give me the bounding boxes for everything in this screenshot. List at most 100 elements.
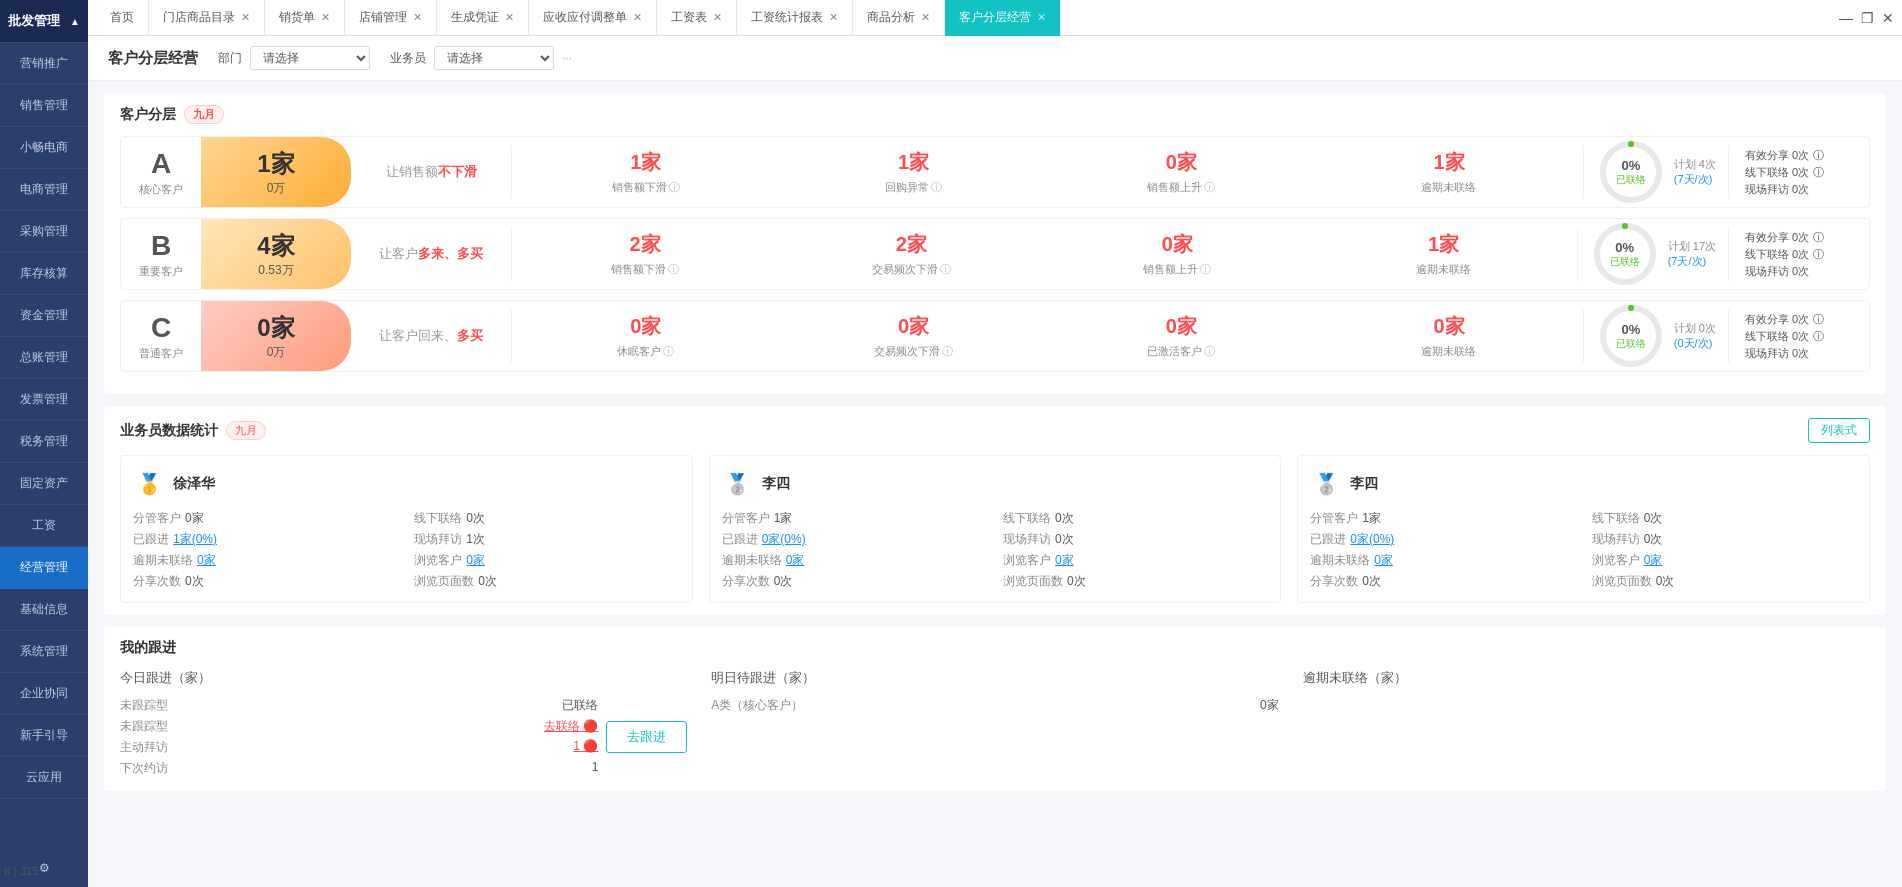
metric-overdue[interactable]: 1家 逾期未联络 — [1409, 149, 1489, 195]
circle-progress-b: 0% 已联络 — [1590, 219, 1660, 289]
close-icon[interactable]: ✕ — [241, 11, 250, 24]
sidebar-collapse-icon[interactable]: ▲ — [70, 16, 80, 27]
sidebar-item-kucun[interactable]: 库存核算 — [0, 253, 88, 295]
staff-stats-section: 业务员数据统计 九月 列表式 🥇 徐泽华 分管客户0家 线下联络0次 已跟进1家… — [104, 406, 1886, 615]
staff-title-row: 业务员数据统计 九月 — [120, 421, 266, 440]
metric-c-freq[interactable]: 0家 交易频次下滑 ⓘ — [874, 313, 954, 359]
metric-c-active[interactable]: 0家 已激活客户 ⓘ — [1141, 313, 1221, 359]
staff-metric-0-4: 逾期未联络0家 — [133, 552, 398, 569]
window-minimize-icon[interactable]: — — [1839, 10, 1853, 26]
staff-metric-0-0: 分管客户0家 — [133, 510, 398, 527]
window-close-icon[interactable]: ✕ — [1882, 10, 1894, 26]
staff-metrics-2: 分管客户1家 线下联络0次 已跟进0家(0%) 现场拜访0次 逾期未联络0家 浏… — [1310, 510, 1857, 590]
staff-metrics-1: 分管客户1家 线下联络0次 已跟进0家(0%) 现场拜访0次 逾期未联络0家 浏… — [722, 510, 1269, 590]
page-header: 客户分层经营 部门 请选择 业务员 请选择 ··· — [88, 36, 1902, 81]
close-icon[interactable]: ✕ — [321, 11, 330, 24]
page-title: 客户分层经营 — [108, 49, 198, 68]
tab-store-items[interactable]: 门店商品目录✕ — [149, 0, 265, 36]
sidebar-item-shuiwu[interactable]: 税务管理 — [0, 421, 88, 463]
tab-store-mgmt[interactable]: 店铺管理✕ — [345, 0, 437, 36]
tab-home[interactable]: 首页 — [96, 0, 149, 36]
staff-card-header-2: 🥈 李四 — [1310, 468, 1857, 500]
metric-sales-up[interactable]: 0家 销售额上升 ⓘ — [1141, 149, 1221, 195]
tier-row-c: C 普通客户 0家 0万 让客户回来、多买 0家 休眠客户 ⓘ — [120, 300, 1870, 372]
staff-metric-0-1: 线下联络0次 — [414, 510, 679, 527]
staff-card-header-0: 🥇 徐泽华 — [133, 468, 680, 500]
sidebar-item-xitong[interactable]: 系统管理 — [0, 631, 88, 673]
tier-row-b: B 重要客户 4家 0.53万 让客户多来、多买 2家 销售额下滑 ⓘ — [120, 218, 1870, 290]
tab-customer-tier[interactable]: 客户分层经营✕ — [945, 0, 1061, 36]
close-icon[interactable]: ✕ — [921, 11, 930, 24]
sidebar-top-label: 批发管理 — [8, 12, 60, 30]
right-stats-b: 有效分享 0次ⓘ 线下联络 0次ⓘ 现场拜访 0次 — [1729, 219, 1869, 289]
dept-select[interactable]: 请选择 — [250, 46, 370, 70]
tab-ar-adj[interactable]: 应收应付调整单✕ — [529, 0, 657, 36]
sidebar-item-fapiao[interactable]: 发票管理 — [0, 379, 88, 421]
sidebar-item-caigou[interactable]: 采购管理 — [0, 211, 88, 253]
sidebar-item-jingying[interactable]: 经营管理 — [0, 547, 88, 589]
tier-label-c: C 普通客户 — [121, 301, 201, 371]
staff-metric-1-5: 浏览客户0家 — [1003, 552, 1268, 569]
tier-count-b: 4家 0.53万 — [201, 219, 351, 289]
close-icon[interactable]: ✕ — [713, 11, 722, 24]
section-title-tier: 客户分层 九月 — [120, 105, 1870, 124]
close-icon[interactable]: ✕ — [633, 11, 642, 24]
sidebar-item-dianshang[interactable]: 电商管理 — [0, 169, 88, 211]
tier-count-c: 0家 0万 — [201, 301, 351, 371]
sidebar-item-jichu[interactable]: 基础信息 — [0, 589, 88, 631]
follow-content: 今日跟进（家） 未跟踪型已联络 未跟踪型去联络 🔴 主动拜访1 🔴 — [120, 669, 1870, 779]
staff-metric-1-2: 已跟进0家(0%) — [722, 531, 987, 548]
circle-progress-c: 0% 已联络 — [1596, 301, 1666, 371]
staff-card-2: 🥈 李四 分管客户1家 线下联络0次 已跟进0家(0%) 现场拜访0次 逾期未联… — [1297, 455, 1870, 603]
metric-sales-drop[interactable]: 1家 销售额下滑 ⓘ — [606, 149, 686, 195]
metric-b-overdue[interactable]: 1家 逾期未联络 — [1404, 231, 1484, 277]
metric-b-freq[interactable]: 2家 交易频次下滑 ⓘ — [871, 231, 951, 277]
sidebar-item-xiaoshou[interactable]: 销售管理 — [0, 85, 88, 127]
tab-product-analysis[interactable]: 商品分析✕ — [853, 0, 945, 36]
list-view-button[interactable]: 列表式 — [1808, 418, 1870, 443]
staff-avatar-0: 🥇 — [133, 468, 165, 500]
follow-title: 我的跟进 — [120, 639, 1870, 657]
follow-row-1: 未跟踪型去联络 🔴 — [120, 716, 598, 737]
window-restore-icon[interactable]: ❐ — [1861, 10, 1874, 26]
staff-metric-1-3: 现场拜访0次 — [1003, 531, 1268, 548]
staff-metric-2-3: 现场拜访0次 — [1592, 531, 1857, 548]
sidebar-item-qiye[interactable]: 企业协同 — [0, 673, 88, 715]
close-icon[interactable]: ✕ — [505, 11, 514, 24]
tab-payroll[interactable]: 工资表✕ — [657, 0, 737, 36]
staff-header: 业务员数据统计 九月 列表式 — [120, 418, 1870, 443]
tier-slogan-b: 让客户多来、多买 — [351, 219, 511, 289]
tab-voucher[interactable]: 生成凭证✕ — [437, 0, 529, 36]
sidebar-item-xiaodian[interactable]: 小畅电商 — [0, 127, 88, 169]
metric-c-overdue[interactable]: 0家 逾期未联络 — [1409, 313, 1489, 359]
staff-select[interactable]: 请选择 — [434, 46, 554, 70]
metric-c-sleep[interactable]: 0家 休眠客户 ⓘ — [606, 313, 686, 359]
close-icon[interactable]: ✕ — [829, 11, 838, 24]
staff-metric-0-2: 已跟进1家(0%) — [133, 531, 398, 548]
sidebar-item-gongzi[interactable]: 工资 — [0, 505, 88, 547]
staff-month-badge: 九月 — [226, 421, 266, 440]
metric-b-sales[interactable]: 2家 销售额下滑 ⓘ — [605, 231, 685, 277]
goto-follow-button[interactable]: 去跟进 — [606, 721, 687, 753]
tier-label-b: B 重要客户 — [121, 219, 201, 289]
close-icon[interactable]: ✕ — [1037, 11, 1046, 24]
close-icon[interactable]: ✕ — [413, 11, 422, 24]
sidebar-top[interactable]: 批发管理 ▲ — [0, 0, 88, 43]
more-icon[interactable]: ··· — [562, 51, 572, 65]
sidebar-item-gudingzichan[interactable]: 固定资产 — [0, 463, 88, 505]
sidebar-item-zijin[interactable]: 资金管理 — [0, 295, 88, 337]
tier-label-a: A 核心客户 — [121, 137, 201, 207]
metric-b-salesup[interactable]: 0家 销售额上升 ⓘ — [1137, 231, 1217, 277]
sidebar-item-zongzhang[interactable]: 总账管理 — [0, 337, 88, 379]
sidebar-item-xinshou[interactable]: 新手引导 — [0, 715, 88, 757]
tab-sales-order[interactable]: 销货单✕ — [265, 0, 345, 36]
staff-label: 业务员 — [390, 50, 426, 67]
tab-payroll-report[interactable]: 工资统计报表✕ — [737, 0, 853, 36]
sidebar-item-yun[interactable]: 云应用 — [0, 757, 88, 799]
metric-repurchase[interactable]: 1家 回购异常 ⓘ — [874, 149, 954, 195]
follow-overdue: 逾期未联络（家） — [1303, 669, 1870, 695]
sidebar-item-yingxiao[interactable]: 营销推广 — [0, 43, 88, 85]
staff-metric-1-6: 分享次数0次 — [722, 573, 987, 590]
right-stats-c: 有效分享 0次ⓘ 线下联络 0次ⓘ 现场拜访 0次 — [1729, 301, 1869, 371]
follow-row-0: 未跟踪型已联络 — [120, 695, 598, 716]
